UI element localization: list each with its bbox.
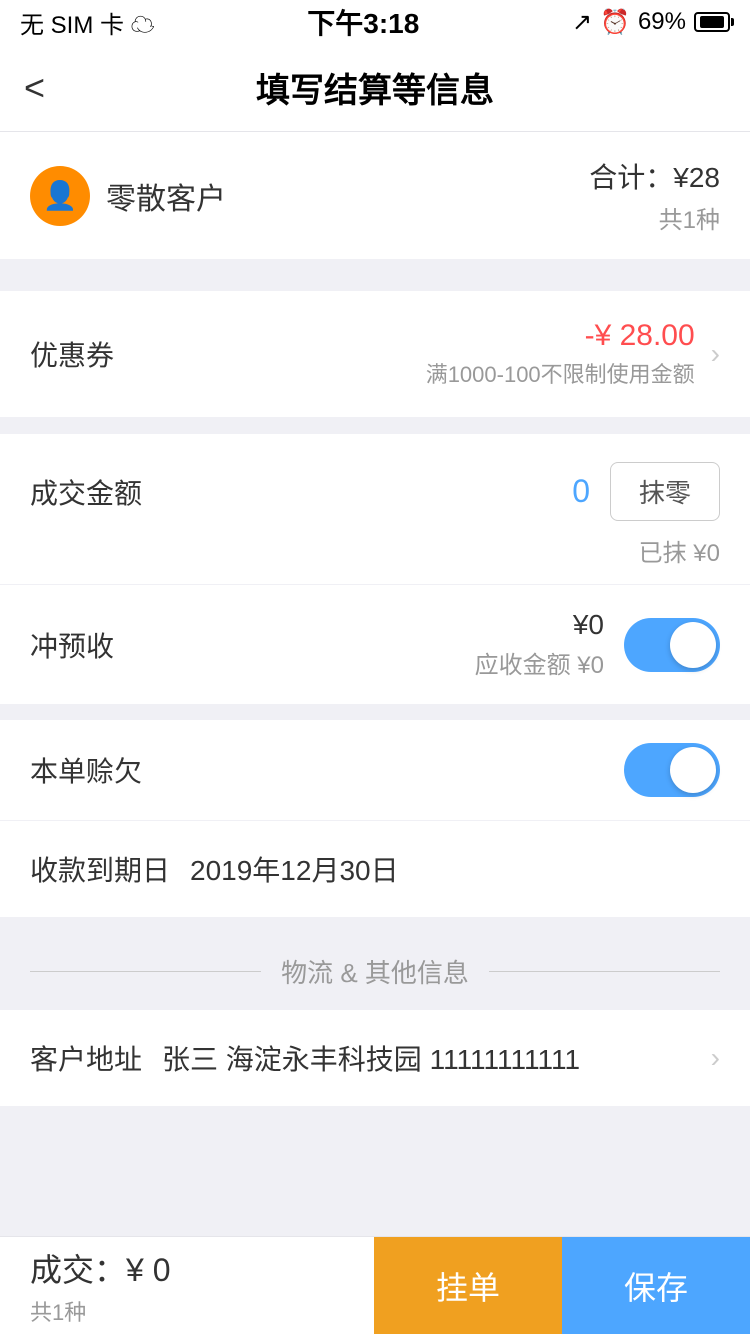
customer-total: 合计：¥28 共1种 (589, 156, 720, 235)
bottom-count: 共1种 (30, 1295, 344, 1327)
prepay-value-group: ¥0 应收金额 ¥0 (475, 609, 604, 680)
deal-right: 0 抹零 (572, 462, 720, 521)
coupon-discount: -¥ 28.00 (426, 319, 695, 353)
status-left: 无 SIM 卡 ☁ (20, 5, 155, 40)
total-amount: 合计：¥28 (589, 156, 720, 196)
address-section: 客户地址 张三 海淀永丰科技园 11111111111 › (0, 1010, 750, 1106)
logistics-divider: 物流 & 其他信息 (0, 933, 750, 1010)
divider-line-right (489, 971, 720, 972)
customer-name: 零散客户 (106, 174, 226, 218)
divider-3 (0, 704, 750, 720)
due-row: 收款到期日 2019年12月30日 (30, 849, 720, 889)
content: 👤 零散客户 合计：¥28 共1种 优惠券 -¥ 28.00 满1000-100… (0, 132, 750, 1206)
alarm-icon: ⏰ (600, 8, 630, 37)
battery-icon (694, 12, 730, 32)
save-button[interactable]: 保存 (562, 1237, 750, 1334)
divider-2 (0, 418, 750, 434)
address-value: 张三 海淀永丰科技园 11111111111 (162, 1038, 711, 1078)
status-right: ↗ ⏰ 69% (572, 8, 730, 37)
pending-button[interactable]: 挂单 (374, 1237, 562, 1334)
nav-bar: < 填写结算等信息 (0, 44, 750, 132)
coupon-label: 优惠券 (30, 334, 114, 374)
address-row[interactable]: 客户地址 张三 海淀永丰科技园 11111111111 › (30, 1038, 720, 1078)
coupon-right: -¥ 28.00 满1000-100不限制使用金额 › (426, 319, 720, 389)
prepay-sub: 应收金额 ¥0 (475, 645, 604, 680)
coupon-row[interactable]: 优惠券 -¥ 28.00 满1000-100不限制使用金额 › (0, 291, 750, 418)
prepay-right: ¥0 应收金额 ¥0 (475, 609, 720, 680)
deal-amount: 0 (572, 473, 590, 510)
prepay-amount: ¥0 (475, 609, 604, 641)
page-title: 填写结算等信息 (256, 63, 494, 112)
bottom-bar: 成交：¥ 0 共1种 挂单 保存 (0, 1236, 750, 1334)
prepay-toggle[interactable] (624, 618, 720, 672)
customer-left: 👤 零散客户 (30, 166, 226, 226)
divider-line-left (30, 971, 261, 972)
deal-section: 成交金额 0 抹零 已抹 ¥0 (0, 434, 750, 585)
debt-label: 本单赊欠 (30, 750, 142, 790)
bottom-summary: 成交：¥ 0 共1种 (0, 1245, 374, 1327)
coupon-desc: 满1000-100不限制使用金额 (426, 357, 695, 389)
status-bar: 无 SIM 卡 ☁ 下午3:18 ↗ ⏰ 69% (0, 0, 750, 44)
coupon-value-group: -¥ 28.00 满1000-100不限制使用金额 (426, 319, 695, 389)
divider-1 (0, 275, 750, 291)
address-label: 客户地址 (30, 1038, 142, 1078)
customer-section: 👤 零散客户 合计：¥28 共1种 (0, 132, 750, 259)
debt-section: 本单赊欠 (0, 720, 750, 820)
avatar: 👤 (30, 166, 90, 226)
due-section: 收款到期日 2019年12月30日 (0, 820, 750, 917)
battery-percent: 69% (638, 8, 686, 36)
total-count: 共1种 (589, 200, 720, 235)
bottom-deal-row: 成交：¥ 0 (30, 1245, 344, 1291)
deal-row: 成交金额 0 抹零 (30, 434, 720, 533)
customer-row: 👤 零散客户 合计：¥28 共1种 (0, 132, 750, 259)
prepay-row: 冲预收 ¥0 应收金额 ¥0 (30, 585, 720, 704)
round-button[interactable]: 抹零 (610, 462, 720, 521)
due-value: 2019年12月30日 (190, 849, 399, 889)
deal-label: 成交金额 (30, 472, 142, 512)
debt-toggle[interactable] (624, 743, 720, 797)
sim-label: 无 SIM 卡 ☁ (20, 5, 155, 40)
deal-sub-text: 已抹 ¥0 (30, 533, 720, 584)
bottom-deal-label: 成交： (30, 1252, 126, 1288)
logistics-label: 物流 & 其他信息 (281, 953, 469, 990)
back-button[interactable]: < (24, 67, 45, 109)
chevron-right-icon: › (711, 338, 720, 370)
due-label: 收款到期日 (30, 849, 170, 889)
prepay-section: 冲预收 ¥0 应收金额 ¥0 (0, 585, 750, 704)
toggle-knob (670, 622, 716, 668)
avatar-icon: 👤 (43, 179, 78, 212)
toggle-knob-debt (670, 747, 716, 793)
bottom-deal-amount: ¥ 0 (126, 1252, 170, 1288)
address-chevron-icon: › (711, 1042, 720, 1074)
status-time: 下午3:18 (307, 2, 419, 42)
prepay-label: 冲预收 (30, 625, 114, 665)
location-icon: ↗ (572, 8, 592, 37)
